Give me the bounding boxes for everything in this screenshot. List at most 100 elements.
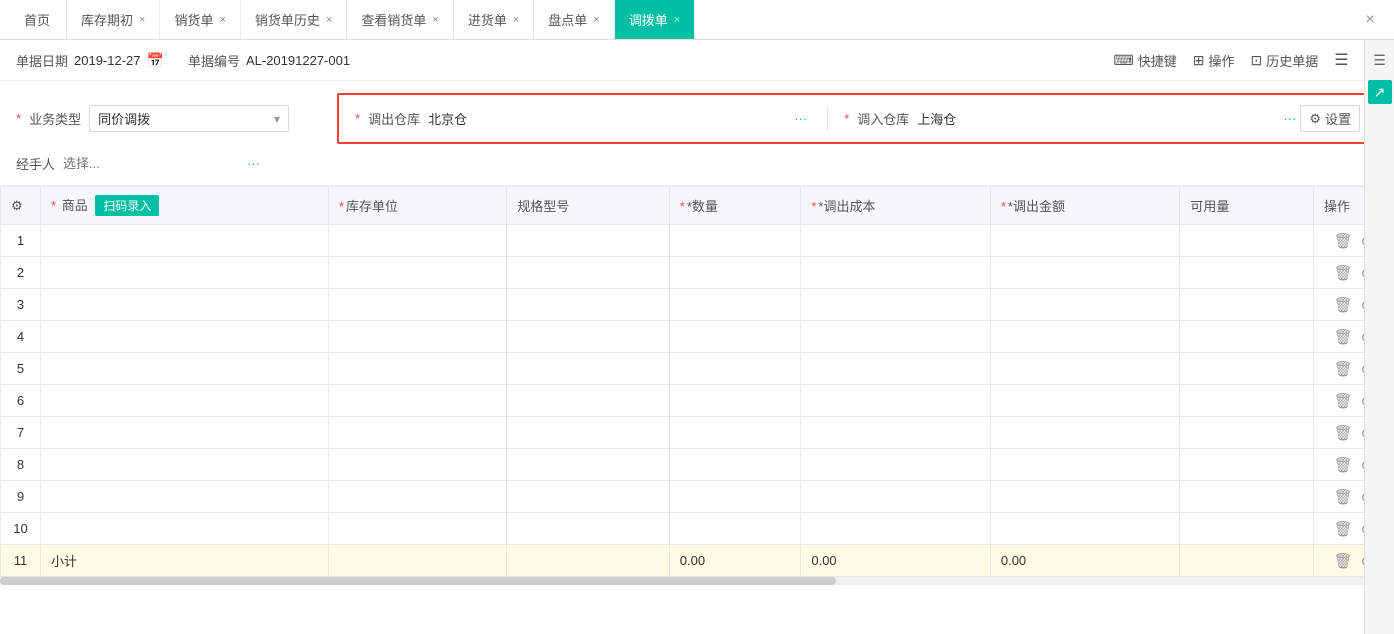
tab-transfer[interactable]: 调拨单 × (615, 0, 695, 39)
calendar-icon[interactable]: 📅 (147, 52, 164, 69)
transfer-amount-cell[interactable] (990, 289, 1180, 321)
spec-cell[interactable] (507, 449, 670, 481)
th-settings[interactable]: ⚙ (1, 187, 41, 225)
unit-cell[interactable] (328, 417, 506, 449)
spec-cell[interactable] (507, 289, 670, 321)
tab-inventory-init[interactable]: 库存期初 × (67, 0, 160, 39)
unit-cell[interactable] (328, 289, 506, 321)
table-scrollbar[interactable] (0, 577, 1394, 585)
tab-sales-order[interactable]: 销货单 × (160, 0, 240, 39)
product-cell[interactable] (41, 321, 329, 353)
transfer-amount-cell[interactable] (990, 449, 1180, 481)
delete-row-button[interactable]: 🗑 (1334, 360, 1353, 378)
unit-cell[interactable] (328, 321, 506, 353)
transfer-amount-cell[interactable] (990, 513, 1180, 545)
close-transfer[interactable]: × (674, 14, 680, 26)
product-cell[interactable] (41, 353, 329, 385)
transfer-out-more[interactable]: ··· (790, 111, 811, 126)
delete-row-button[interactable]: 🗑 (1334, 264, 1353, 282)
tab-stocktake[interactable]: 盘点单 × (534, 0, 614, 39)
quantity-cell[interactable] (669, 513, 801, 545)
unit-cell[interactable] (328, 225, 506, 257)
spec-cell[interactable] (507, 353, 670, 385)
delete-row-button[interactable]: 🗑 (1334, 456, 1353, 474)
transfer-cost-cell[interactable] (801, 481, 991, 513)
transfer-amount-cell[interactable] (990, 257, 1180, 289)
unit-cell[interactable] (328, 257, 506, 289)
tab-home[interactable]: 首页 (8, 0, 67, 39)
transfer-amount-cell[interactable] (990, 321, 1180, 353)
product-cell[interactable] (41, 225, 329, 257)
unit-cell[interactable] (328, 353, 506, 385)
transfer-amount-cell[interactable] (990, 481, 1180, 513)
delete-row-button[interactable]: 🗑 (1334, 424, 1353, 442)
handler-input[interactable] (63, 156, 239, 171)
transfer-cost-cell[interactable] (801, 385, 991, 417)
product-cell[interactable] (41, 417, 329, 449)
quantity-cell[interactable] (669, 353, 801, 385)
window-close-button[interactable]: × (1354, 4, 1386, 36)
close-view-sales[interactable]: × (432, 14, 438, 26)
spec-cell[interactable] (507, 257, 670, 289)
transfer-cost-cell[interactable] (801, 513, 991, 545)
shortcuts-action[interactable]: ⌨ 快捷键 (1114, 51, 1177, 70)
transfer-cost-cell[interactable] (801, 289, 991, 321)
transfer-cost-cell[interactable] (801, 225, 991, 257)
quantity-cell[interactable] (669, 289, 801, 321)
transfer-in-more[interactable]: ··· (1279, 111, 1300, 126)
delete-row-button[interactable]: 🗑 (1334, 328, 1353, 346)
quantity-cell[interactable] (669, 385, 801, 417)
delete-row-button[interactable]: 🗑 (1334, 296, 1353, 314)
delete-row-button[interactable]: 🗑 (1334, 488, 1353, 506)
handler-more[interactable]: ··· (247, 156, 260, 171)
product-cell[interactable] (41, 449, 329, 481)
product-cell[interactable] (41, 385, 329, 417)
quantity-cell[interactable] (669, 481, 801, 513)
quantity-cell[interactable] (669, 417, 801, 449)
spec-cell[interactable] (507, 225, 670, 257)
tab-sales-history[interactable]: 销货单历史 × (241, 0, 347, 39)
spec-cell[interactable] (507, 417, 670, 449)
close-purchase-order[interactable]: × (513, 14, 519, 26)
transfer-amount-cell[interactable] (990, 385, 1180, 417)
list-view-action[interactable]: ☰ (1334, 50, 1348, 70)
scrollbar-thumb[interactable] (0, 577, 836, 585)
close-sales-history[interactable]: × (326, 14, 332, 26)
scan-button[interactable]: 扫码录入 (95, 195, 159, 216)
spec-cell[interactable] (507, 385, 670, 417)
transfer-amount-cell[interactable] (990, 417, 1180, 449)
spec-cell[interactable] (507, 513, 670, 545)
spec-cell[interactable] (507, 481, 670, 513)
transfer-cost-cell[interactable] (801, 353, 991, 385)
tab-view-sales[interactable]: 查看销货单 × (347, 0, 453, 39)
transfer-cost-cell[interactable] (801, 449, 991, 481)
product-cell[interactable] (41, 513, 329, 545)
operations-action[interactable]: ⊞ 操作 (1193, 51, 1235, 70)
product-cell[interactable] (41, 257, 329, 289)
transfer-cost-cell[interactable] (801, 257, 991, 289)
business-type-input[interactable]: 同价调拨 ▾ (89, 105, 289, 132)
quantity-cell[interactable] (669, 257, 801, 289)
delete-row-button[interactable]: 🗑 (1334, 392, 1353, 410)
sidebar-list-icon[interactable]: ☰ (1368, 48, 1392, 72)
transfer-amount-cell[interactable] (990, 353, 1180, 385)
tab-purchase-order[interactable]: 进货单 × (454, 0, 534, 39)
transfer-cost-cell[interactable] (801, 321, 991, 353)
unit-cell[interactable] (328, 481, 506, 513)
quantity-cell[interactable] (669, 225, 801, 257)
unit-cell[interactable] (328, 513, 506, 545)
unit-cell[interactable] (328, 449, 506, 481)
quantity-cell[interactable] (669, 449, 801, 481)
product-cell[interactable] (41, 481, 329, 513)
close-sales-order[interactable]: × (219, 14, 225, 26)
transfer-cost-cell[interactable] (801, 417, 991, 449)
history-action[interactable]: ⊡ 历史单据 (1251, 51, 1319, 70)
close-stocktake[interactable]: × (593, 14, 599, 26)
subtotal-delete-button[interactable]: 🗑 (1334, 552, 1353, 570)
transfer-amount-cell[interactable] (990, 225, 1180, 257)
warehouse-settings-button[interactable]: ⚙ 设置 (1300, 105, 1360, 132)
sidebar-export-icon[interactable]: ↗ (1368, 80, 1392, 104)
spec-cell[interactable] (507, 321, 670, 353)
product-cell[interactable] (41, 289, 329, 321)
delete-row-button[interactable]: 🗑 (1334, 232, 1353, 250)
